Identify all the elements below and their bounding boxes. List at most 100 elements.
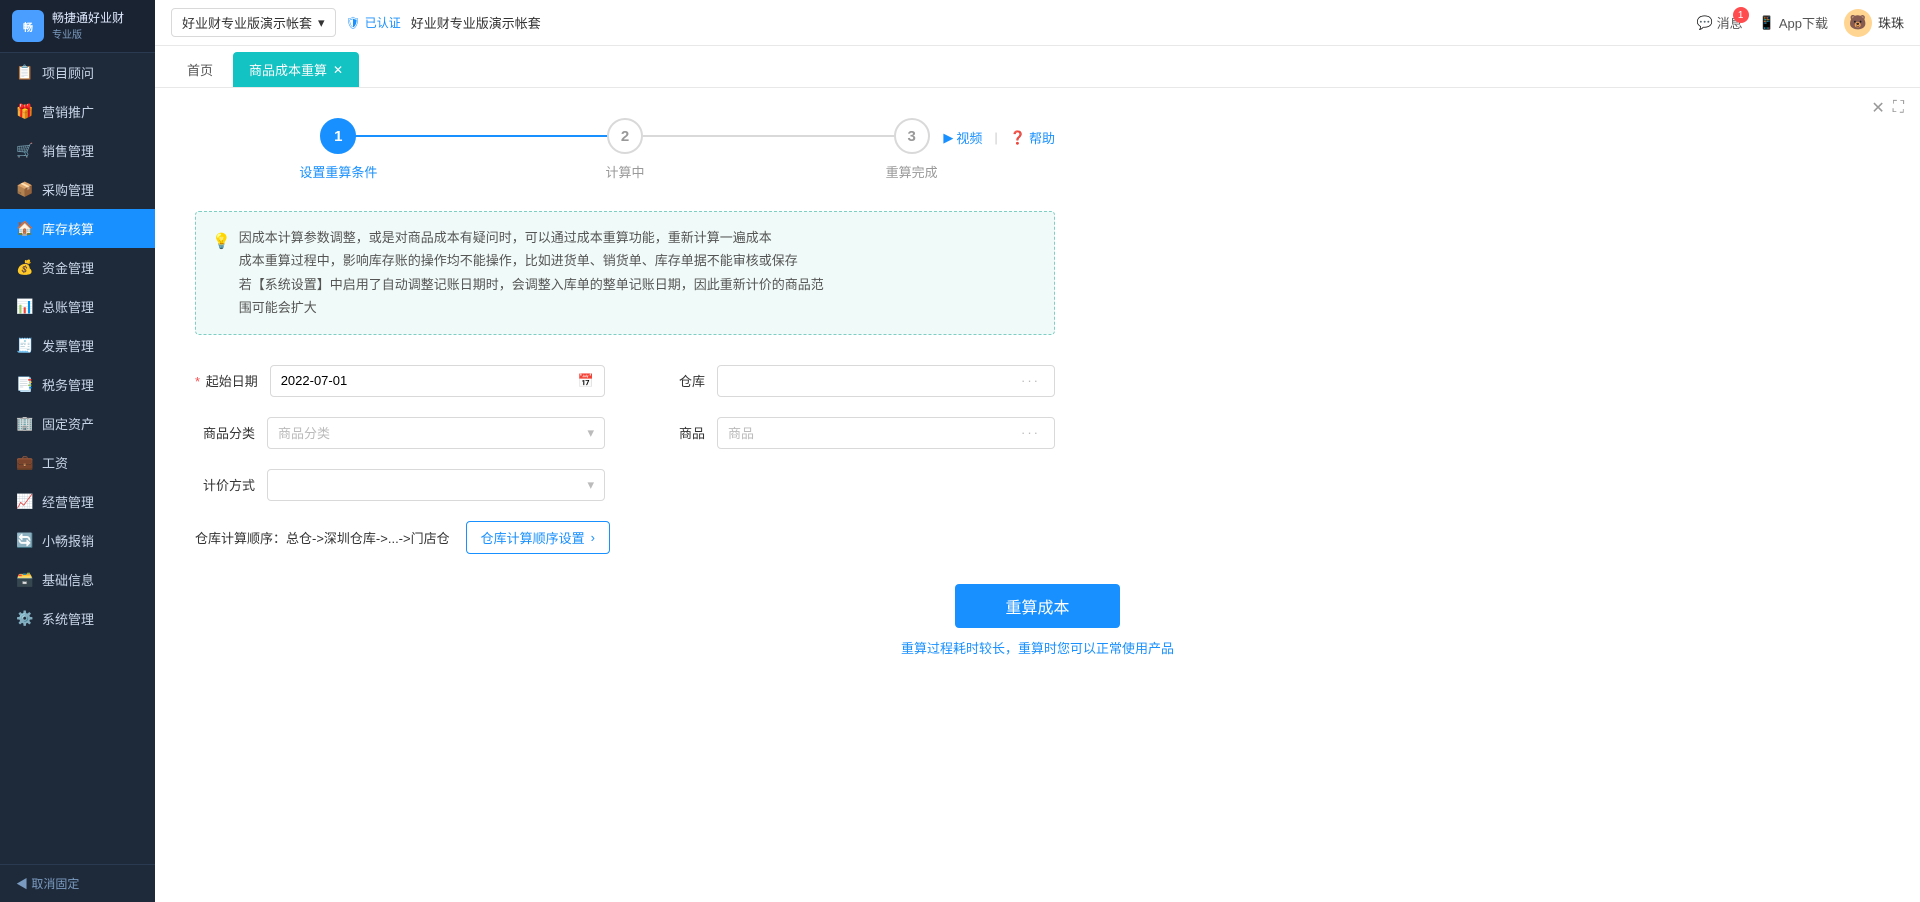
chevron-right-icon: › xyxy=(591,530,595,545)
product-group: 商品 商品 ··· xyxy=(645,417,1055,449)
avatar: 🐻 xyxy=(1844,9,1872,37)
product-dots-icon[interactable]: ··· xyxy=(1017,421,1044,444)
assets-icon: 🏢 xyxy=(16,415,34,432)
warehouse-group: 仓库 ··· xyxy=(645,365,1055,397)
sales-icon: 🛒 xyxy=(16,142,34,159)
tab-recalc[interactable]: 商品成本重算 ✕ xyxy=(233,52,359,87)
sidebar-item-finance[interactable]: 💰 资金管理 xyxy=(0,248,155,287)
sidebar-item-basic[interactable]: 🗃️基础信息 xyxy=(0,560,155,599)
expense-icon: 🔄 xyxy=(16,532,34,549)
account-selector-label: 好业财专业版演示帐套 xyxy=(182,13,312,32)
project-icon: 📋 xyxy=(16,64,34,81)
sidebar-item-inventory[interactable]: 🏠库存核算 xyxy=(0,209,155,248)
warehouse-input[interactable]: ··· xyxy=(717,365,1055,397)
chevron-down-icon: ▾ xyxy=(318,15,325,31)
app-edition: 专业版 xyxy=(52,26,124,41)
warehouse-order-btn[interactable]: 仓库计算顺序设置 › xyxy=(466,521,610,554)
calendar-icon[interactable]: 📅 xyxy=(578,373,594,389)
finance-icon: 💰 xyxy=(16,259,34,276)
sidebar-item-assets[interactable]: 🏢固定资产 xyxy=(0,404,155,443)
chevron-down-icon-pricing: ▾ xyxy=(587,477,594,493)
expand-icon[interactable]: ⛶ xyxy=(1893,99,1904,117)
tab-home[interactable]: 首页 xyxy=(171,52,229,87)
sidebar-label-system: 系统管理 xyxy=(42,609,94,628)
purchase-icon: 📦 xyxy=(16,181,34,198)
warehouse-dots-icon[interactable]: ··· xyxy=(1017,369,1044,392)
sidebar-header: 畅 畅捷通好业财 专业版 xyxy=(0,0,155,53)
form-row-2: 商品分类 商品分类 ▾ 商品 商品 ··· xyxy=(195,417,1055,449)
sidebar-item-purchase[interactable]: 📦采购管理 xyxy=(0,170,155,209)
product-placeholder: 商品 xyxy=(728,423,754,442)
steps-bar: 1 设置重算条件 2 计算中 3 重算完成 ▶ xyxy=(195,118,1055,181)
tax-icon: 📑 xyxy=(16,376,34,393)
system-icon: ⚙️ xyxy=(16,610,34,627)
start-date-group: * 起始日期 📅 xyxy=(195,365,605,397)
product-input[interactable]: 商品 ··· xyxy=(717,417,1055,449)
warehouse-label: 仓库 xyxy=(645,371,705,390)
sidebar-label-invoice: 发票管理 xyxy=(42,336,94,355)
tab-home-label: 首页 xyxy=(187,60,213,79)
app-download-button[interactable]: 📱 App下载 xyxy=(1759,13,1828,32)
verified-label: 已认证 xyxy=(365,14,401,31)
pricing-select[interactable]: ▾ xyxy=(267,469,605,501)
topbar-left: 好业财专业版演示帐套 ▾ 🛡 已认证 好业财专业版演示帐套 xyxy=(171,8,541,37)
step-3-label: 重算完成 xyxy=(886,162,938,181)
sidebar-item-expense[interactable]: 🔄小畅报销 xyxy=(0,521,155,560)
sidebar-item-invoice[interactable]: 🧾发票管理 xyxy=(0,326,155,365)
unpin-button[interactable]: ◀ 取消固定 xyxy=(0,864,155,902)
salary-icon: 💼 xyxy=(16,454,34,471)
form-row-warehouse-order: 仓库计算顺序：总仓->深圳仓库->...->门店仓 仓库计算顺序设置 › xyxy=(195,521,1055,554)
user-menu[interactable]: 🐻 珠珠 xyxy=(1844,9,1904,37)
sidebar-item-tax[interactable]: 📑税务管理 xyxy=(0,365,155,404)
info-line4: 围可能会扩大 xyxy=(239,296,824,319)
inventory-icon: 🏠 xyxy=(16,220,34,237)
sidebar-label-basic: 基础信息 xyxy=(42,570,94,589)
required-star: * xyxy=(195,374,200,389)
video-link[interactable]: ▶ 视频 xyxy=(943,128,982,147)
user-name-label: 珠珠 xyxy=(1878,13,1904,32)
sidebar-label-salary: 工资 xyxy=(42,453,68,472)
sidebar-item-ledger[interactable]: 📊 总账管理 xyxy=(0,287,155,326)
tabbar: 首页 商品成本重算 ✕ xyxy=(155,46,1920,88)
message-button[interactable]: 💬 消息 1 xyxy=(1696,13,1742,32)
sidebar-label-finance: 资金管理 xyxy=(42,258,94,277)
ledger-icon: 📊 xyxy=(16,298,34,315)
close-icon[interactable]: ✕ xyxy=(1871,98,1884,118)
main-area: 好业财专业版演示帐套 ▾ 🛡 已认证 好业财专业版演示帐套 💬 消息 1 📱 A… xyxy=(155,0,1920,902)
chevron-down-icon-category: ▾ xyxy=(587,425,594,441)
start-date-input[interactable]: 📅 xyxy=(270,365,605,397)
form-row-3: 计价方式 ▾ xyxy=(195,469,1055,501)
sidebar-item-operation[interactable]: 📈经营管理 xyxy=(0,482,155,521)
account-selector[interactable]: 好业财专业版演示帐套 ▾ xyxy=(171,8,336,37)
sidebar-item-marketing[interactable]: 🎁营销推广 xyxy=(0,92,155,131)
sidebar-item-sales[interactable]: 🛒销售管理 xyxy=(0,131,155,170)
app-logo: 畅 xyxy=(12,10,44,42)
message-badge: 1 xyxy=(1733,7,1749,23)
step-3-circle: 3 xyxy=(894,118,930,154)
content-icons: ✕ ⛶ xyxy=(1871,98,1904,118)
verified-account-name: 好业财专业版演示帐套 xyxy=(411,13,541,32)
step-2: 2 计算中 xyxy=(482,118,769,181)
marketing-icon: 🎁 xyxy=(16,103,34,120)
sidebar-item-salary[interactable]: 💼 工资 xyxy=(0,443,155,482)
step-1-label: 设置重算条件 xyxy=(299,162,377,181)
sidebar-item-system[interactable]: ⚙️ 系统管理 xyxy=(0,599,155,638)
tab-close-icon[interactable]: ✕ xyxy=(333,63,343,77)
sidebar-item-project[interactable]: 📋 项目顾问 xyxy=(0,53,155,92)
steps-help: ▶ 视频 | ❓ 帮助 xyxy=(943,128,1055,147)
verified-badge: 🛡 已认证 xyxy=(346,14,401,31)
sidebar-label-project: 项目顾问 xyxy=(42,63,94,82)
product-label: 商品 xyxy=(645,423,705,442)
info-content: 因成本计算参数调整，或是对商品成本有疑问时，可以通过成本重算功能，重新计算一遍成… xyxy=(239,226,824,320)
play-icon: ▶ xyxy=(943,130,953,146)
category-select[interactable]: 商品分类 ▾ xyxy=(267,417,605,449)
operation-icon: 📈 xyxy=(16,493,34,510)
sidebar-label-ledger: 总账管理 xyxy=(42,297,94,316)
help-link[interactable]: ❓ 帮助 xyxy=(1010,128,1055,147)
recalc-button[interactable]: 重算成本 xyxy=(955,584,1119,628)
start-date-field[interactable] xyxy=(281,373,578,388)
warehouse-order-text: 仓库计算顺序：总仓->深圳仓库->...->门店仓 xyxy=(195,528,450,547)
topbar: 好业财专业版演示帐套 ▾ 🛡 已认证 好业财专业版演示帐套 💬 消息 1 📱 A… xyxy=(155,0,1920,46)
recalc-hint: 重算过程耗时较长，重算时您可以正常使用产品 xyxy=(195,638,1880,657)
step-2-label: 计算中 xyxy=(606,162,645,181)
